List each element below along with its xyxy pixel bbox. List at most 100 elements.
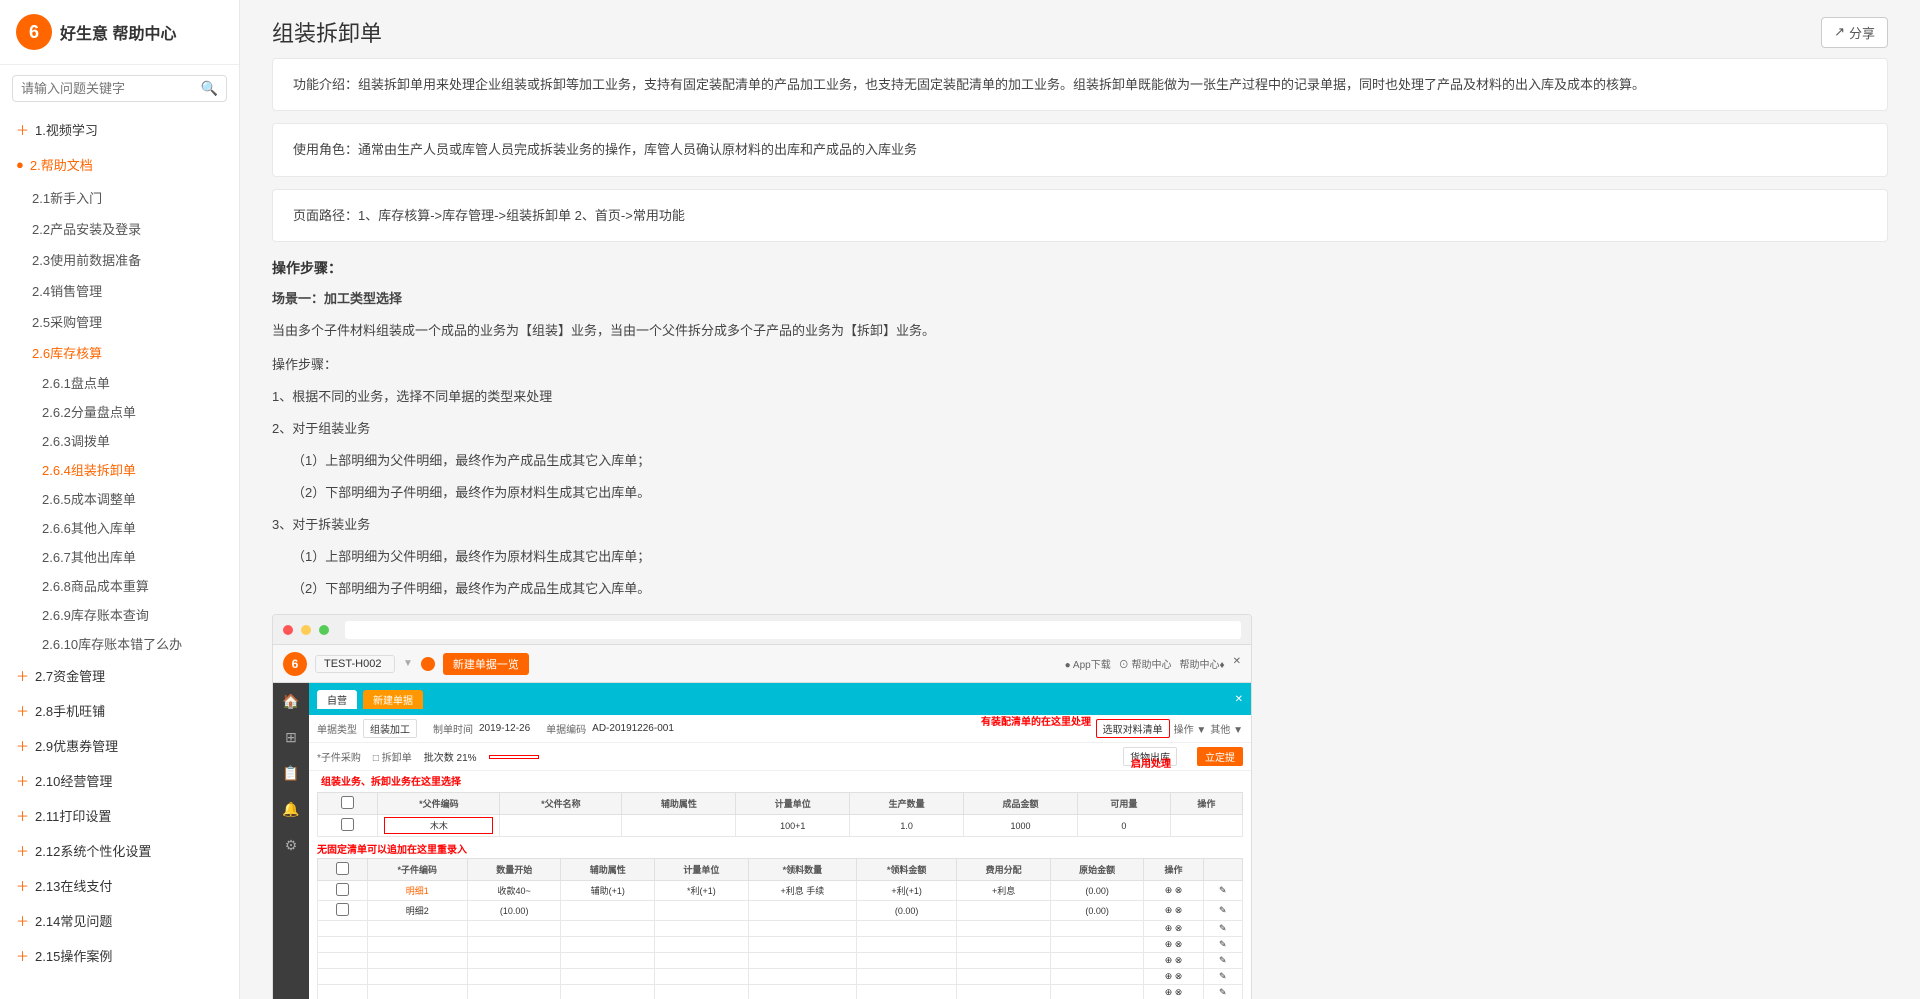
sc-inner-topbar: 自营 新建单据 ✕	[309, 683, 1251, 715]
role-text: 使用角色：通常由生产人员或库管人员完成拆装业务的操作，库管人员确认原材料的出库和…	[293, 138, 1867, 161]
step2: 2、对于组装业务	[272, 416, 1888, 442]
steps-section: 操作步骤： 场景一：加工类型选择 当由多个子件材料组装成一个成品的业务为【组装】…	[272, 258, 1888, 602]
sidebar-item-inv-error[interactable]: 2.6.10库存账本错了么办	[0, 629, 239, 658]
annotation-text-4: 无固定清单可以追加在这里重录入	[317, 841, 1243, 856]
sc-close-icon[interactable]: ✕	[1235, 694, 1243, 705]
sc-th-checkbox	[318, 793, 378, 815]
sidebar-item-partial[interactable]: 2.6.2分量盘点单	[0, 397, 239, 426]
sidebar-item-install[interactable]: 2.2产品安装及登录	[0, 213, 239, 244]
sc-ltd-code: 明细1	[367, 881, 467, 901]
sc-ltd-orig: (0.00)	[1050, 881, 1144, 901]
sc-company: TEST-H002	[315, 655, 395, 673]
sc-titlebar	[273, 615, 1251, 645]
sc-qty-label: 批次数 21%	[424, 749, 477, 764]
sidebar-item-mobile[interactable]: ＋ 2.8手机旺铺	[0, 693, 239, 728]
sc-lrow-check2[interactable]	[336, 903, 349, 916]
table-row: 木木 100+1 1.0 1000 0	[318, 815, 1243, 837]
sc-th-code: *父件编码	[378, 793, 500, 815]
sidebar-item-sales[interactable]: 2.4销售管理	[0, 275, 239, 306]
sc-lth-extra	[1203, 859, 1242, 881]
sidebar-item-fund[interactable]: ＋ 2.7资金管理	[0, 658, 239, 693]
sc-ltd-unit: *利(+1)	[655, 881, 749, 901]
nav-section: ＋ 1.视频学习 ● 2.帮助文档 2.1新手入门 2.2产品安装及登录 2.3…	[0, 112, 239, 973]
screenshot-container: 6 TEST-H002 ▼ 新建单据一览 ● App下载 ⊙ 帮助中心 帮助中心…	[272, 614, 1252, 999]
logo-title: 好生意 帮助中心	[60, 20, 176, 44]
sc-upper-table-body: 木木 100+1 1.0 1000 0	[318, 815, 1243, 837]
sc-dot-red	[283, 625, 293, 635]
sidebar-item-purchase[interactable]: 2.5采购管理	[0, 306, 239, 337]
sc-logo: 6	[283, 652, 307, 676]
sc-nav-icon3: 🔔	[273, 791, 309, 827]
sidebar-item-adjust[interactable]: 2.6.3调拨单	[0, 426, 239, 455]
sc-ltd-qty2: (10.00)	[467, 901, 561, 921]
sc-confirm-btn[interactable]: 立定提	[1197, 747, 1243, 766]
sc-red-input[interactable]	[489, 755, 539, 759]
sidebar-item-goods-cost[interactable]: 2.6.8商品成本重算	[0, 571, 239, 600]
sidebar-item-system[interactable]: ＋ 2.12系统个性化设置	[0, 833, 239, 868]
sc-close[interactable]: ✕	[1233, 656, 1241, 671]
sidebar-item-ops[interactable]: ＋ 2.10经营管理	[0, 763, 239, 798]
sc-td-ops	[1170, 815, 1242, 837]
sidebar-item-coupon[interactable]: ＋ 2.9优惠券管理	[0, 728, 239, 763]
sc-lower-table: *子件编码 数量开始 辅助属性 计量单位 *领料数量 *领料金额 费用分配 原始…	[317, 858, 1243, 999]
sidebar-item-label: 2.13在线支付	[35, 876, 112, 895]
sidebar-item-cases[interactable]: ＋ 2.15操作案例	[0, 938, 239, 973]
sidebar-item-inventory[interactable]: 2.6库存核算	[0, 337, 239, 368]
sc-code-value: AD-20191226-001	[592, 723, 674, 734]
sc-upper-table-wrap: *父件编码 *父件名称 辅助属性 计量单位 生产数量 成品金额 可用量 操作	[309, 790, 1251, 839]
sc-ltd-ops1: ⊕ ⊗	[1144, 881, 1203, 901]
sidebar-item-data[interactable]: 2.3使用前数据准备	[0, 244, 239, 275]
plus-icon3: ＋	[16, 701, 29, 720]
step3-sub1: （1）上部明细为父件明细，最终作为原材料生成其它出库单；	[292, 544, 1888, 570]
sc-lth-orig: 原始金额	[1050, 859, 1144, 881]
sc-ltd-lamt2: (0.00)	[857, 901, 957, 921]
search-input[interactable]	[21, 81, 201, 96]
sc-lth-attr: 辅助属性	[561, 859, 655, 881]
sc-tab-ziying[interactable]: 自营	[317, 690, 357, 709]
search-icon[interactable]: 🔍	[201, 80, 218, 97]
table-row: 明细2 (10.00) (0.00) (0.00) ⊕ ⊗ ✎	[318, 901, 1243, 921]
sc-lth-ops: 操作	[1144, 859, 1203, 881]
share-button[interactable]: ↗ 分享	[1821, 17, 1888, 48]
scenario1-title: 场景一：加工类型选择	[272, 286, 1888, 312]
sc-main-content: 自营 新建单据 ✕ 单据类型 组装加工 制单时间 2019-12-26	[309, 683, 1251, 999]
sidebar-item-out[interactable]: 2.6.7其他出库单	[0, 542, 239, 571]
plus-icon6: ＋	[16, 806, 29, 825]
plus-icon5: ＋	[16, 771, 29, 790]
sidebar-item-assembly[interactable]: 2.6.4组装拆卸单	[0, 455, 239, 484]
sidebar-item-docs[interactable]: ● 2.帮助文档	[0, 147, 239, 182]
sc-tab-new[interactable]: 新建单据	[363, 690, 423, 709]
sidebar-item-cost[interactable]: 2.6.5成本调整单	[0, 484, 239, 513]
sc-row-check[interactable]	[341, 818, 354, 831]
sc-assembly-btn[interactable]: 选取对料清单	[1096, 719, 1170, 738]
sidebar-header: 6 好生意 帮助中心	[0, 0, 239, 65]
sc-type-value: 组装加工	[363, 719, 417, 738]
sc-td-check	[318, 815, 378, 837]
sc-th-qty: 生产数量	[850, 793, 964, 815]
sc-td-code: 木木	[378, 815, 500, 837]
sc-ltd-lqty: +利息 手续	[748, 881, 856, 901]
sc-ltd-check	[318, 881, 368, 901]
sc-app-store: ● App下载	[1065, 656, 1111, 671]
sc-th-name: *父件名称	[500, 793, 622, 815]
table-row: 明细1 收款40~ 辅助(+1) *利(+1) +利息 手续 +利(+1) +利…	[318, 881, 1243, 901]
sidebar-item-print[interactable]: ＋ 2.11打印设置	[0, 798, 239, 833]
sc-new-btn[interactable]: 新建单据一览	[443, 653, 529, 675]
sidebar-item-in[interactable]: 2.6.6其他入库单	[0, 513, 239, 542]
sidebar-item-label: 2.10经营管理	[35, 771, 112, 790]
sidebar-item-inv-check[interactable]: 2.6.9库存账本查询	[0, 600, 239, 629]
search-box[interactable]: 🔍	[12, 75, 227, 102]
sc-check-all[interactable]	[341, 796, 354, 809]
function-intro-text: 功能介绍：组装拆卸单用来处理企业组装或拆卸等加工业务，支持有固定装配清单的产品加…	[293, 73, 1867, 96]
sidebar-item-newbie[interactable]: 2.1新手入门	[0, 182, 239, 213]
sc-lower-table-head: *子件编码 数量开始 辅助属性 计量单位 *领料数量 *领料金额 费用分配 原始…	[318, 859, 1243, 881]
main-content: 组装拆卸单 ↗ 分享 功能介绍：组装拆卸单用来处理企业组装或拆卸等加工业务，支持…	[240, 0, 1920, 999]
sidebar-item-count[interactable]: 2.6.1盘点单	[0, 368, 239, 397]
sidebar-item-pay[interactable]: ＋ 2.13在线支付	[0, 868, 239, 903]
sub-steps-title: 操作步骤：	[272, 352, 1888, 378]
sidebar-item-faq[interactable]: ＋ 2.14常见问题	[0, 903, 239, 938]
sc-lrow-check1[interactable]	[336, 883, 349, 896]
sidebar-item-video[interactable]: ＋ 1.视频学习	[0, 112, 239, 147]
sc-action-link[interactable]: 操作 ▼	[1174, 721, 1207, 736]
sc-lcheck-all[interactable]	[336, 862, 349, 875]
